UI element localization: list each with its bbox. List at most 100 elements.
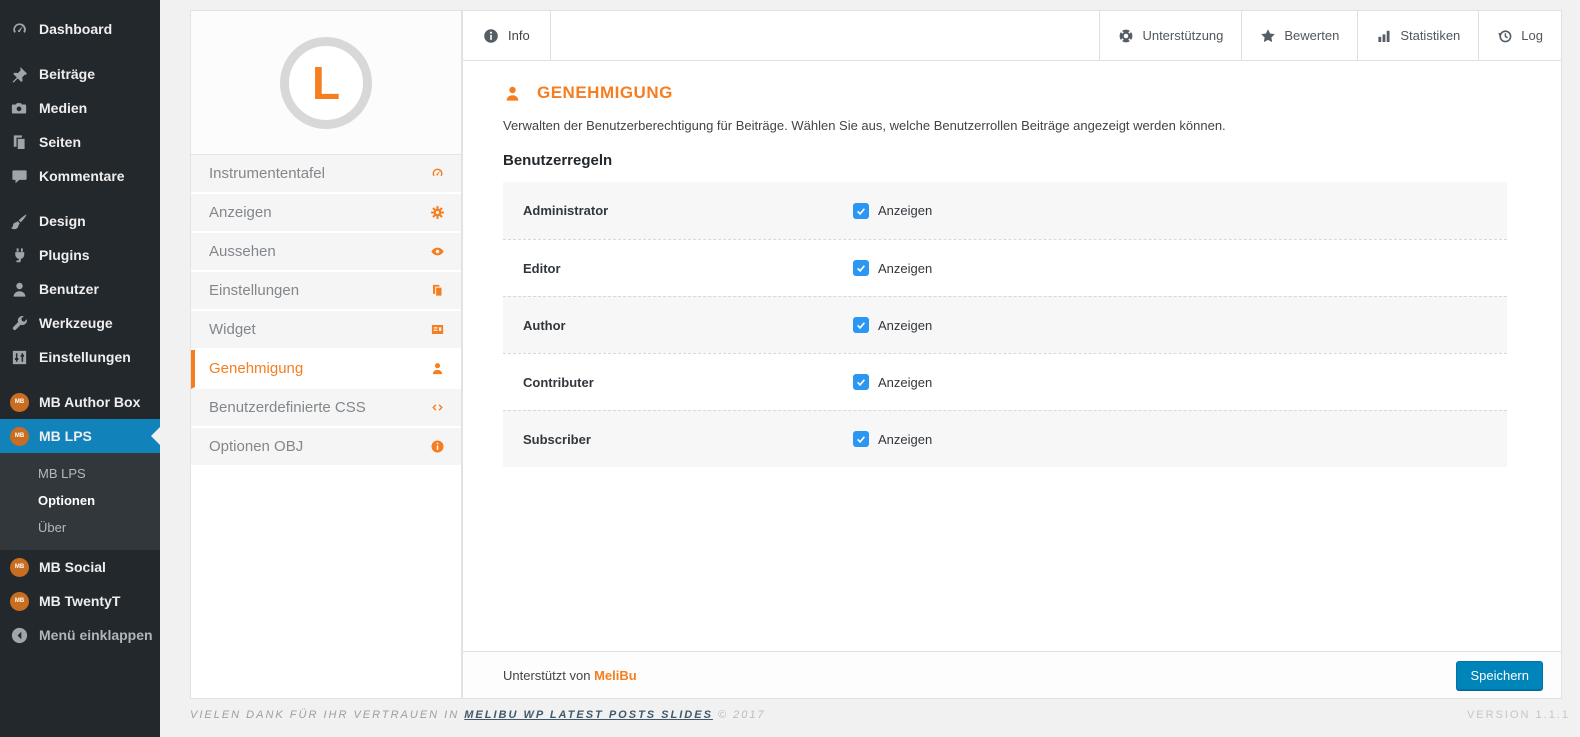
submenu-item-ueber[interactable]: Über — [0, 514, 160, 541]
sidebar-item-plugins[interactable]: Plugins — [0, 238, 160, 272]
sidebar-separator — [0, 374, 160, 385]
sidebar-item-dashboard[interactable]: Dashboard — [0, 12, 160, 46]
role-row-administrator: Administrator Anzeigen — [503, 182, 1507, 239]
sidebar-item-label: Dashboard — [39, 21, 112, 37]
person-icon — [430, 361, 445, 376]
sidebar-item-benutzer[interactable]: Benutzer — [0, 272, 160, 306]
role-name: Subscriber — [523, 432, 853, 447]
comment-icon — [10, 167, 29, 186]
powered-by: Unterstützt von MeliBu — [503, 668, 637, 683]
save-button[interactable]: Speichern — [1456, 661, 1543, 690]
tab-unterstuetzung[interactable]: Unterstützung — [1099, 11, 1241, 60]
sidebar-item-mb-lps[interactable]: MB MB LPS — [0, 419, 160, 453]
tab-info[interactable]: Info — [463, 11, 551, 60]
sidebar-item-medien[interactable]: Medien — [0, 91, 160, 125]
role-name: Author — [523, 318, 853, 333]
brush-icon — [10, 212, 29, 231]
sidebar-item-label: Kommentare — [39, 168, 125, 184]
stats-icon — [1376, 28, 1392, 44]
powered-by-text: Unterstützt von — [503, 668, 590, 683]
gauge-icon — [430, 166, 445, 181]
sidebar-item-werkzeuge[interactable]: Werkzeuge — [0, 306, 160, 340]
sidebar-separator — [0, 193, 160, 204]
footer-plugin-link[interactable]: MELIBU WP LATEST POSTS SLIDES — [464, 709, 713, 721]
sidebar-item-mb-twentyt[interactable]: MB MB TwentyT — [0, 584, 160, 618]
section-heading: Benutzerregeln — [503, 152, 1507, 169]
plugin-sidebar-card: L Instrumententafel Anzeigen Aussehen — [190, 10, 462, 699]
tab-log[interactable]: Log — [1478, 11, 1561, 60]
submenu-item-optionen[interactable]: Optionen — [0, 487, 160, 514]
gear-icon — [430, 205, 445, 220]
sidebar-item-design[interactable]: Design — [0, 204, 160, 238]
role-row-author: Author Anzeigen — [503, 296, 1507, 353]
support-icon — [1118, 28, 1134, 44]
sidebar-item-label: Seiten — [39, 134, 81, 150]
info-icon — [483, 28, 499, 44]
plug-icon — [10, 246, 29, 265]
sidebar-item-label: Design — [39, 213, 86, 229]
collapse-arrow-icon — [10, 626, 29, 645]
plugin-menu-label: Instrumententafel — [209, 165, 325, 182]
tab-bewerten[interactable]: Bewerten — [1241, 11, 1357, 60]
info-icon — [430, 439, 445, 454]
checkbox-checked-icon[interactable] — [853, 431, 869, 447]
plugin-menu-item-widget[interactable]: Widget — [191, 311, 461, 350]
sidebar-item-label: Plugins — [39, 247, 90, 263]
checkbox-checked-icon[interactable] — [853, 260, 869, 276]
anzeigen-checkbox[interactable]: Anzeigen — [853, 374, 932, 390]
plugin-menu: Instrumententafel Anzeigen Aussehen Eins… — [191, 155, 461, 467]
tab-statistiken[interactable]: Statistiken — [1357, 11, 1478, 60]
code-icon — [430, 400, 445, 415]
checkbox-label: Anzeigen — [878, 261, 932, 276]
sidebar-item-label: MB LPS — [39, 428, 92, 444]
plugin-menu-label: Genehmigung — [209, 360, 303, 377]
sidebar-item-label: Werkzeuge — [39, 315, 113, 331]
sidebar-item-beitraege[interactable]: Beiträge — [0, 57, 160, 91]
sidebar-item-label: Einstellungen — [39, 349, 131, 365]
anzeigen-checkbox[interactable]: Anzeigen — [853, 260, 932, 276]
plugin-menu-item-benutzerdefinierte-css[interactable]: Benutzerdefinierte CSS — [191, 389, 461, 428]
wordpress-admin-page: Dashboard Beiträge Medien Seiten K — [0, 0, 1580, 737]
plugin-menu-item-aussehen[interactable]: Aussehen — [191, 233, 461, 272]
mb-badge-icon: MB — [10, 558, 29, 577]
collapse-menu-button[interactable]: Menü einklappen — [0, 618, 160, 652]
checkbox-checked-icon[interactable] — [853, 374, 869, 390]
checkbox-label: Anzeigen — [878, 375, 932, 390]
sidebar-item-label: Menü einklappen — [39, 627, 153, 643]
plugin-menu-item-optionen-obj[interactable]: Optionen OBJ — [191, 428, 461, 467]
checkbox-checked-icon[interactable] — [853, 203, 869, 219]
tabbar-spacer — [551, 11, 1100, 60]
plugin-logo-letter: L — [312, 60, 340, 106]
page-description: Verwalten der Benutzerberechtigung für B… — [503, 118, 1507, 133]
plugin-menu-label: Widget — [209, 321, 256, 338]
plugin-menu-item-einstellungen[interactable]: Einstellungen — [191, 272, 461, 311]
sidebar-item-einstellungen[interactable]: Einstellungen — [0, 340, 160, 374]
tab-info-label: Info — [508, 28, 530, 43]
widget-icon — [430, 322, 445, 337]
page-head: GENEHMIGUNG — [503, 83, 1507, 103]
anzeigen-checkbox[interactable]: Anzeigen — [853, 317, 932, 333]
anzeigen-checkbox[interactable]: Anzeigen — [853, 203, 932, 219]
sidebar-item-seiten[interactable]: Seiten — [0, 125, 160, 159]
mb-badge-icon: MB — [10, 427, 29, 446]
brand-link[interactable]: MeliBu — [594, 668, 637, 683]
sidebar-item-mb-author-box[interactable]: MB MB Author Box — [0, 385, 160, 419]
role-name: Administrator — [523, 203, 853, 218]
submenu-item-mb-lps[interactable]: MB LPS — [0, 460, 160, 487]
history-icon — [1497, 28, 1513, 44]
user-icon — [10, 280, 29, 299]
plugin-logo-circle: L — [280, 37, 372, 129]
roles-list: Administrator Anzeigen Editor An — [503, 182, 1507, 467]
plugin-menu-item-genehmigung[interactable]: Genehmigung — [191, 350, 461, 389]
anzeigen-checkbox[interactable]: Anzeigen — [853, 431, 932, 447]
plugin-menu-item-instrumententafel[interactable]: Instrumententafel — [191, 155, 461, 194]
sidebar-item-label: MB Author Box — [39, 394, 140, 410]
media-icon — [10, 99, 29, 118]
sidebar-item-mb-social[interactable]: MB MB Social — [0, 550, 160, 584]
plugin-menu-item-anzeigen[interactable]: Anzeigen — [191, 194, 461, 233]
checkbox-checked-icon[interactable] — [853, 317, 869, 333]
star-icon — [1260, 28, 1276, 44]
sidebar-item-kommentare[interactable]: Kommentare — [0, 159, 160, 193]
main-panel: Info Unterstützung Bewerten Statistik — [462, 10, 1562, 699]
sidebar-item-label: Benutzer — [39, 281, 99, 297]
